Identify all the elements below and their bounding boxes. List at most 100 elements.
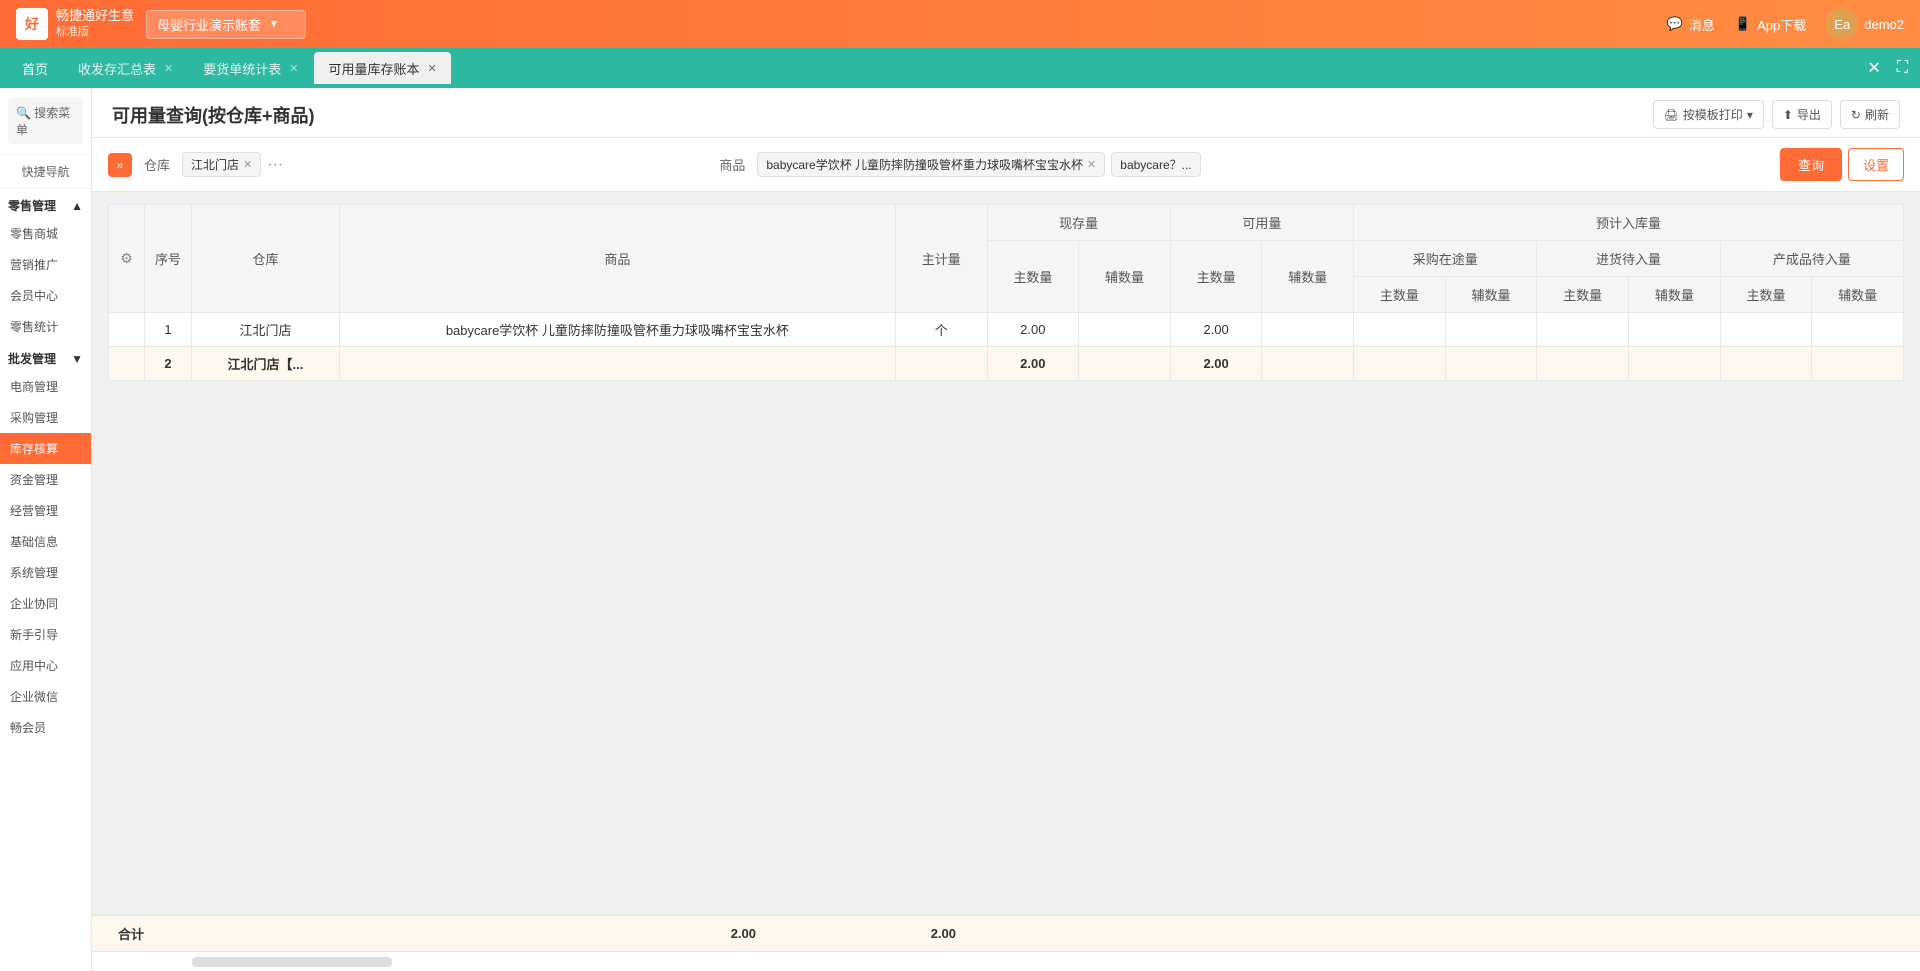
stock-group-header: 现存量: [987, 205, 1170, 241]
close-icon[interactable]: ✕: [164, 62, 173, 75]
header-right: 💬 消息 📱 App下载 Ea demo2: [1667, 8, 1904, 40]
logo-area: 好 畅捷通好生意 标准版: [16, 8, 134, 40]
user-profile[interactable]: Ea demo2: [1826, 8, 1904, 40]
sidebar-item-apps[interactable]: 应用中心: [0, 650, 91, 681]
goods-tag-1-text: babycare学饮杯 儿童防摔防撞吸管杯重力球吸嘴杯宝宝水杯: [766, 156, 1083, 173]
message-label: 消息: [1689, 15, 1715, 34]
sidebar-item-member-club[interactable]: 畅会员: [0, 712, 91, 743]
sidebar-section-retail[interactable]: 零售管理▲: [0, 189, 91, 218]
filter-bar: » 仓库 江北门店 ✕ ··· 商品 babycare学饮杯 儿童防摔防撞吸管杯…: [92, 138, 1920, 192]
warehouse-filter-tags: 江北门店 ✕ ···: [182, 152, 687, 177]
refresh-btn[interactable]: ↻ 刷新: [1840, 100, 1900, 129]
summary-stock-main: 2.00: [668, 926, 768, 941]
content-area: 可用量查询(按仓库+商品) 🖨 按模板打印 ▾ ⬆ 导出 ↻ 刷新: [92, 88, 1920, 971]
page-header: 可用量查询(按仓库+商品) 🖨 按模板打印 ▾ ⬆ 导出 ↻ 刷新: [92, 88, 1920, 138]
row1-arr-main: [1537, 313, 1629, 347]
sidebar-item-finance[interactable]: 资金管理: [0, 464, 91, 495]
setting-button[interactable]: 设置: [1848, 148, 1904, 181]
scrollbar-area[interactable]: [92, 951, 1920, 971]
tab-available-inventory[interactable]: 可用量库存账本 ✕: [314, 52, 450, 84]
row2-num: 2: [145, 347, 192, 381]
sidebar-item-retail-stats[interactable]: 零售统计: [0, 311, 91, 342]
sidebar-item-system[interactable]: 系统管理: [0, 557, 91, 588]
user-name: demo2: [1864, 17, 1904, 32]
message-action[interactable]: 💬 消息: [1667, 15, 1715, 34]
avail-main-header: 主数量: [1170, 241, 1262, 313]
row2-pur-aux: [1445, 347, 1537, 381]
sidebar-item-inventory[interactable]: 库存核算: [0, 433, 91, 464]
goods-tag-1[interactable]: babycare学饮杯 儿童防摔防撞吸管杯重力球吸嘴杯宝宝水杯 ✕: [757, 152, 1105, 177]
row1-stock-main: 2.00: [987, 313, 1079, 347]
arr-main-header: 主数量: [1537, 277, 1629, 313]
remove-warehouse-tag-icon[interactable]: ✕: [243, 158, 252, 171]
pur-aux-header: 辅数量: [1445, 277, 1537, 313]
footer-values: 2.00 2.00: [228, 926, 1904, 941]
row2-prod-main: [1720, 347, 1812, 381]
sidebar-item-ecommerce[interactable]: 电商管理: [0, 371, 91, 402]
logo-icon: 好: [16, 8, 48, 40]
summary-avail-main: 2.00: [868, 926, 968, 941]
page-actions: 🖨 按模板打印 ▾ ⬆ 导出 ↻ 刷新: [1653, 100, 1900, 129]
row1-unit: 个: [895, 313, 987, 347]
app-download-action[interactable]: 📱 App下载: [1735, 15, 1806, 34]
goods-tag-2[interactable]: babycare？...: [1111, 152, 1200, 177]
sidebar-item-operations[interactable]: 经营管理: [0, 495, 91, 526]
message-icon: 💬: [1667, 16, 1683, 32]
expand-filter-btn[interactable]: »: [108, 153, 132, 177]
export-icon: ⬆: [1783, 108, 1793, 122]
goods-filter-tags: babycare学饮杯 儿童防摔防撞吸管杯重力球吸嘴杯宝宝水杯 ✕ babyca…: [757, 152, 1768, 177]
logo-text: 畅捷通好生意 标准版: [56, 8, 134, 39]
close-icon[interactable]: ✕: [428, 62, 437, 75]
summary-label: 合计: [108, 924, 228, 943]
print-btn[interactable]: 🖨 按模板打印 ▾: [1653, 100, 1764, 129]
remove-goods-tag-1-icon[interactable]: ✕: [1087, 158, 1096, 171]
filter-more-icon[interactable]: ···: [267, 156, 283, 174]
sidebar-item-newbie[interactable]: 新手引导: [0, 619, 91, 650]
close-window-icon[interactable]: ✕: [1863, 54, 1884, 82]
nav-tabs: 首页 收发存汇总表 ✕ 要货单统计表 ✕ 可用量库存账本 ✕ ✕ ⛶: [0, 48, 1920, 88]
goods-col-header: 商品: [339, 205, 895, 313]
table-row: 1 江北门店 babycare学饮杯 儿童防摔防撞吸管杯重力球吸嘴杯宝宝水杯 个…: [109, 313, 1904, 347]
expand-icon[interactable]: ⛶: [1893, 55, 1912, 81]
purchase-group-header: 采购在途量: [1354, 241, 1537, 277]
row1-prod-aux: [1812, 313, 1904, 347]
page-title: 可用量查询(按仓库+商品): [112, 102, 315, 128]
sidebar-item-marketing[interactable]: 营销推广: [0, 249, 91, 280]
sidebar-item-wechat[interactable]: 企业微信: [0, 681, 91, 712]
query-button[interactable]: 查询: [1780, 148, 1842, 181]
row1-warehouse: 江北门店: [192, 313, 340, 347]
tab-receivables-label: 收发存汇总表: [78, 59, 156, 78]
sidebar-item-purchase[interactable]: 采购管理: [0, 402, 91, 433]
pur-main-header: 主数量: [1354, 277, 1446, 313]
main-layout: 🔍 搜索菜单 快捷导航 零售管理▲ 零售商城 营销推广 会员中心 零售统计 批发…: [0, 88, 1920, 971]
avatar-text: Ea: [1834, 17, 1850, 32]
sidebar-section-wholesale[interactable]: 批发管理▼: [0, 342, 91, 371]
app-download-label: App下载: [1757, 15, 1806, 34]
sidebar-item-basic-info[interactable]: 基础信息: [0, 526, 91, 557]
row2-prod-aux: [1812, 347, 1904, 381]
settings-col-header[interactable]: ⚙: [109, 205, 145, 313]
close-icon[interactable]: ✕: [289, 62, 298, 75]
tab-order-stats-label: 要货单统计表: [203, 59, 281, 78]
tab-home[interactable]: 首页: [8, 52, 62, 84]
row1-avail-main: 2.00: [1170, 313, 1262, 347]
num-col-header: 序号: [145, 205, 192, 313]
unit-col-header: 主计量: [895, 205, 987, 313]
export-btn[interactable]: ⬆ 导出: [1772, 100, 1832, 129]
sidebar-item-retail-mall[interactable]: 零售商城: [0, 218, 91, 249]
store-selector[interactable]: 母婴行业演示账套 ▼: [146, 10, 306, 39]
sidebar-item-enterprise[interactable]: 企业协同: [0, 588, 91, 619]
tab-receivables[interactable]: 收发存汇总表 ✕: [64, 52, 187, 84]
warehouse-tag[interactable]: 江北门店 ✕: [182, 152, 261, 177]
logo-main: 畅捷通好生意: [56, 8, 134, 25]
tab-order-stats[interactable]: 要货单统计表 ✕: [189, 52, 312, 84]
search-menu-btn[interactable]: 🔍 搜索菜单: [8, 98, 83, 144]
row1-settings: [109, 313, 145, 347]
sidebar-item-quick-nav[interactable]: 快捷导航: [0, 155, 91, 189]
data-table: ⚙ 序号 仓库 商品 主计量 现存量 可用量 预计入库量 主数量 辅数量 主数量: [108, 204, 1904, 381]
sidebar-item-members[interactable]: 会员中心: [0, 280, 91, 311]
stock-aux-header: 辅数量: [1079, 241, 1171, 313]
top-header: 好 畅捷通好生意 标准版 母婴行业演示账套 ▼ 💬 消息 📱 App下载 Ea …: [0, 0, 1920, 48]
chevron-down-icon: ▾: [1747, 108, 1753, 122]
avail-aux-header: 辅数量: [1262, 241, 1354, 313]
